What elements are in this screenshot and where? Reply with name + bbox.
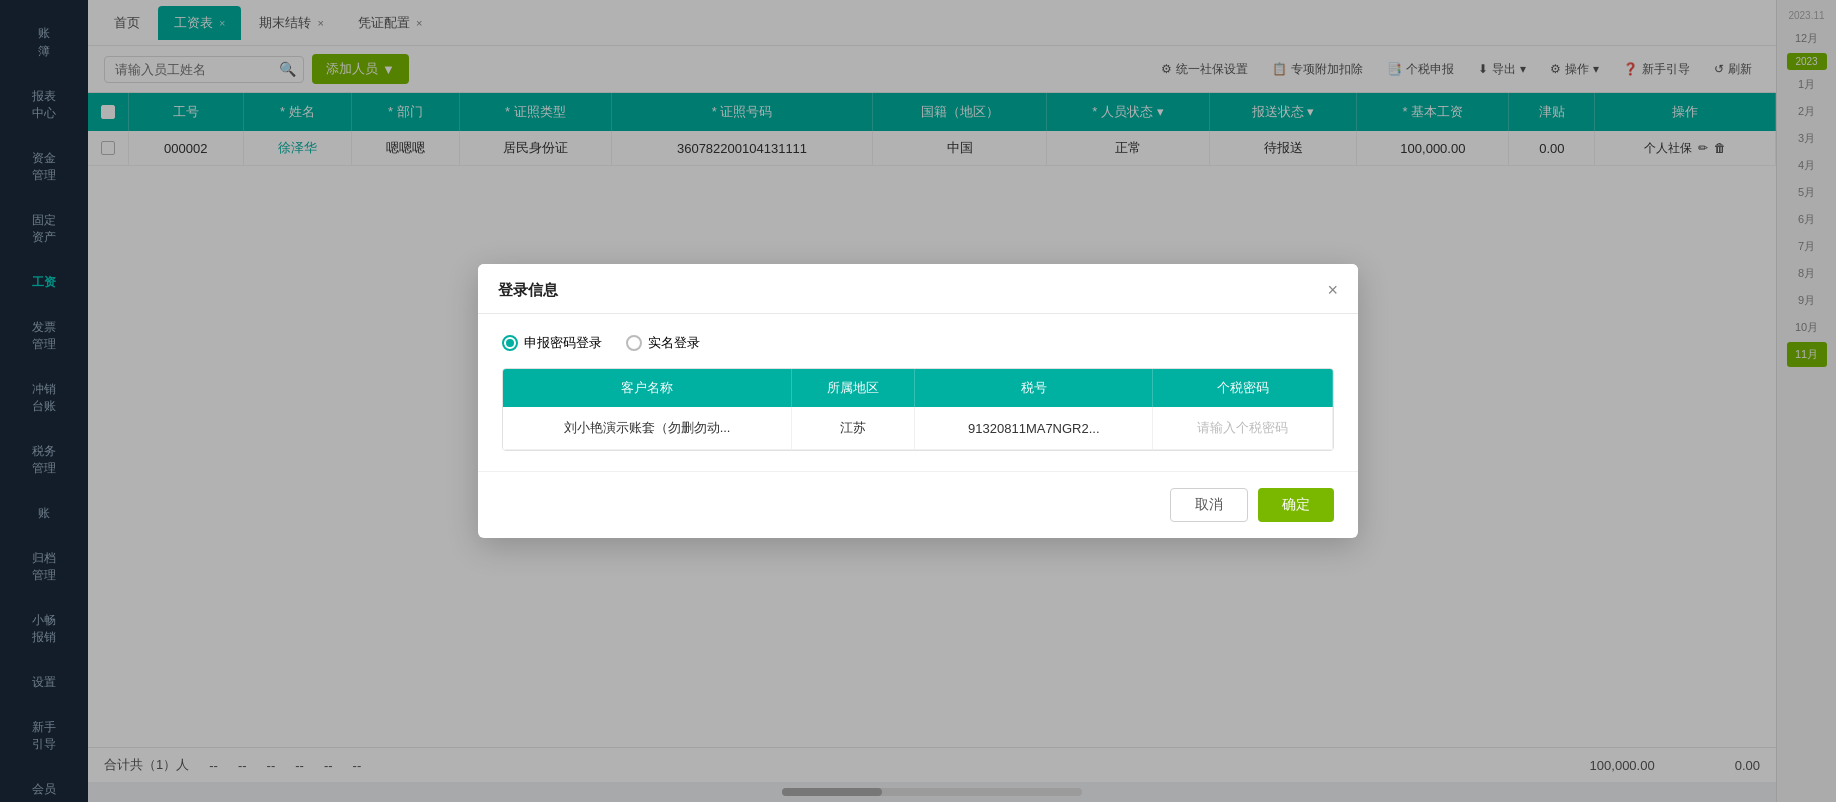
modal-overlay: 登录信息 × 申报密码登录 实名登录 [0, 0, 1836, 802]
inner-col-tax-no: 税号 [915, 369, 1153, 407]
radio-realname-label: 实名登录 [648, 334, 700, 352]
login-info-modal: 登录信息 × 申报密码登录 实名登录 [478, 264, 1358, 538]
cell-region: 江苏 [792, 407, 915, 450]
cell-password[interactable]: 请输入个税密码 [1153, 407, 1333, 450]
confirm-button[interactable]: 确定 [1258, 488, 1334, 522]
login-table-container: 客户名称 所属地区 税号 个税密码 刘小艳演示账套（勿删勿动... 江苏 913… [502, 368, 1334, 451]
modal-body: 申报密码登录 实名登录 客户名称 所属地区 税号 个税密码 [478, 314, 1358, 471]
cancel-button[interactable]: 取消 [1170, 488, 1248, 522]
password-placeholder: 请输入个税密码 [1197, 420, 1288, 435]
cell-customer-name: 刘小艳演示账套（勿删勿动... [503, 407, 792, 450]
radio-password-circle [502, 335, 518, 351]
modal-footer: 取消 确定 [478, 471, 1358, 538]
radio-realname-login[interactable]: 实名登录 [626, 334, 700, 352]
login-table-row: 刘小艳演示账套（勿删勿动... 江苏 91320811MA7NGR2... 请输… [503, 407, 1333, 450]
radio-realname-circle [626, 335, 642, 351]
login-table: 客户名称 所属地区 税号 个税密码 刘小艳演示账套（勿删勿动... 江苏 913… [503, 369, 1333, 450]
inner-col-password: 个税密码 [1153, 369, 1333, 407]
modal-close-button[interactable]: × [1327, 280, 1338, 301]
login-type-radio-group: 申报密码登录 实名登录 [502, 334, 1334, 352]
radio-password-label: 申报密码登录 [524, 334, 602, 352]
radio-password-login[interactable]: 申报密码登录 [502, 334, 602, 352]
inner-col-region: 所属地区 [792, 369, 915, 407]
modal-header: 登录信息 × [478, 264, 1358, 314]
cell-tax-no: 91320811MA7NGR2... [915, 407, 1153, 450]
modal-title: 登录信息 [498, 281, 558, 300]
inner-col-customer: 客户名称 [503, 369, 792, 407]
